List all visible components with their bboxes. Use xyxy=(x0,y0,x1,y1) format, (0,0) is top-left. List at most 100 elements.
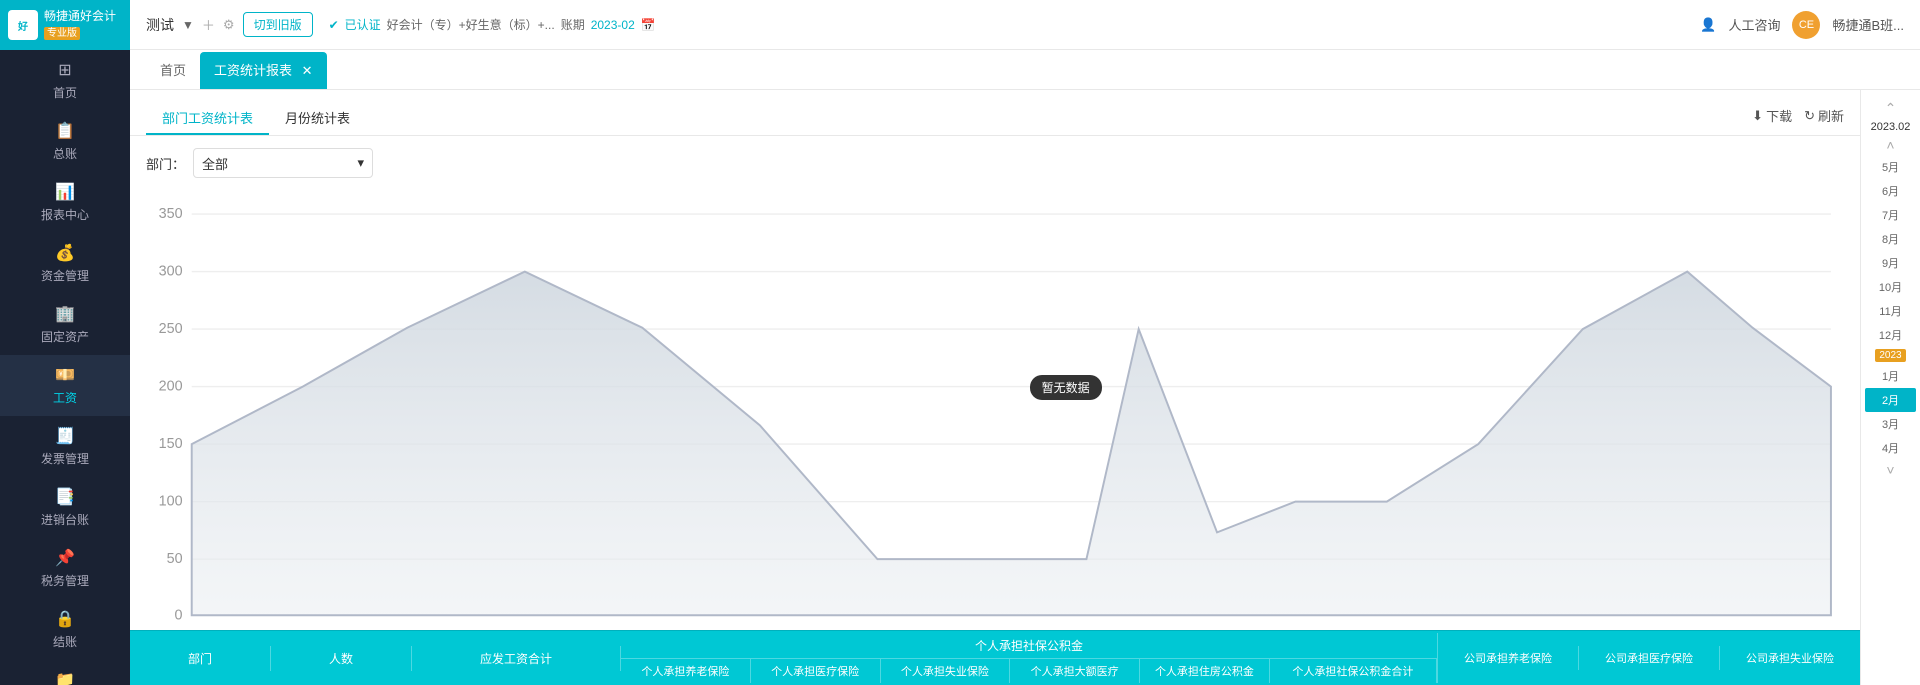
logo-sub: 专业版 xyxy=(44,27,80,40)
avatar: CE xyxy=(1792,11,1820,39)
header: 测试 ▼ ＋ ⚙ 切到旧版 ✔ 已认证 好会计（专）+好生意（标）+... 账期… xyxy=(130,0,1920,50)
header-dropdown[interactable]: ▼ xyxy=(182,18,194,32)
logo: 好 畅捷通好会计 专业版 xyxy=(0,0,130,50)
chart-container: 350 300 250 200 150 100 50 xyxy=(130,190,1860,630)
assets-icon: 🏢 xyxy=(55,304,75,324)
switch-btn[interactable]: 切到旧版 xyxy=(243,12,313,37)
sub-tab-monthly-label: 月份统计表 xyxy=(285,111,350,126)
table-header: 部门 人数 应发工资合计 个人承担社保公积金 个人承担养老保险 个人承担医疗保险… xyxy=(130,630,1860,685)
sidebar-item-reports[interactable]: 📊 报表中心 xyxy=(0,172,130,233)
invoice-icon: 🧾 xyxy=(55,426,75,446)
tab-close-icon[interactable]: ✕ xyxy=(302,63,313,78)
side-panel: ⌃ 2023.02 ˄ 5月 6月 7月 8月 9月 10月 11月 12月 2… xyxy=(1860,90,1920,685)
sidebar-item-funds[interactable]: 💰资金管理 xyxy=(0,233,130,294)
svg-text:150: 150 xyxy=(159,436,183,452)
col-unemployment: 个人承担失业保险 xyxy=(881,659,1011,683)
side-year-2023-badge[interactable]: 2023 xyxy=(1875,349,1905,362)
tab-home-label: 首页 xyxy=(160,63,186,78)
chart-svg: 350 300 250 200 150 100 50 xyxy=(146,198,1844,626)
sub-tab-actions: ⬇ 下载 ↻ 刷新 xyxy=(1752,106,1844,131)
svg-text:0: 0 xyxy=(175,607,183,623)
svg-text:250: 250 xyxy=(159,321,183,337)
sidebar-label-sales: 进销台账 xyxy=(41,511,89,528)
sidebar-label-invoice: 发票管理 xyxy=(41,450,89,467)
refresh-label: 刷新 xyxy=(1818,106,1844,125)
svg-text:350: 350 xyxy=(159,206,183,222)
period-value: 2023-02 xyxy=(591,18,635,32)
main-area: 测试 ▼ ＋ ⚙ 切到旧版 ✔ 已认证 好会计（专）+好生意（标）+... 账期… xyxy=(130,0,1920,685)
sidebar-item-invoice[interactable]: 🧾 发票管理 xyxy=(0,416,130,477)
col-dept: 部门 xyxy=(130,646,271,671)
user-name[interactable]: 畅捷通B班... xyxy=(1832,15,1904,34)
side-year-text: 2023.02 xyxy=(1871,121,1911,133)
side-month-3[interactable]: 3月 xyxy=(1861,412,1920,436)
sidebar-item-assets[interactable]: 🏢固定资产 xyxy=(0,294,130,355)
sidebar-item-home[interactable]: ⊞首页 xyxy=(0,50,130,111)
sidebar-item-ledger[interactable]: 📋总账 xyxy=(0,111,130,172)
sub-tab-dept-label: 部门工资统计表 xyxy=(162,111,253,126)
filter-row: 部门： 全部 ▾ xyxy=(130,136,1860,190)
download-icon: ⬇ xyxy=(1752,108,1763,124)
side-year-label[interactable]: 2023.02 xyxy=(1867,119,1915,135)
col-medical: 个人承担医疗保险 xyxy=(751,659,881,683)
sidebar-item-tax[interactable]: 📌税务管理 xyxy=(0,538,130,599)
sidebar-nav: ⊞首页📋总账📊报表中心💰资金管理🏢固定资产💴工资🧾发票管理📑进销台账📌税务管理🔒… xyxy=(0,50,130,685)
sidebar-item-archive[interactable]: 📁归档管理 xyxy=(0,660,130,685)
sidebar: 好 畅捷通好会计 专业版 ⊞首页📋总账 📊 报表中心 💰资金管理🏢固定资产💴工资 🧾 发票… xyxy=(0,0,130,685)
add-icon[interactable]: ＋ xyxy=(202,15,215,34)
closing-icon: 🔒 xyxy=(55,609,75,629)
side-month-2[interactable]: 2月 xyxy=(1865,388,1916,412)
col-group-personal: 个人承担社保公积金 个人承担养老保险 个人承担医疗保险 个人承担失业保险 个人承… xyxy=(621,633,1438,683)
refresh-btn[interactable]: ↻ 刷新 xyxy=(1804,106,1844,125)
side-month-8[interactable]: 8月 xyxy=(1861,227,1920,251)
col-total-label: 应发工资合计 xyxy=(480,650,552,667)
logo-text: 畅捷通好会计 专业版 xyxy=(44,9,116,40)
side-month-12[interactable]: 12月 xyxy=(1861,323,1920,347)
side-month-1[interactable]: 1月 xyxy=(1861,364,1920,388)
tabs-bar: 首页 工资统计报表 ✕ xyxy=(130,50,1920,90)
filter-label: 部门： xyxy=(146,154,185,173)
download-btn[interactable]: ⬇ 下载 xyxy=(1752,106,1792,125)
sidebar-label-reports: 报表中心 xyxy=(41,206,89,223)
col-count-label: 人数 xyxy=(329,650,353,667)
sub-tab-monthly[interactable]: 月份统计表 xyxy=(269,102,366,135)
side-month-4[interactable]: 4月 xyxy=(1861,436,1920,460)
sidebar-item-sales[interactable]: 📑进销台账 xyxy=(0,477,130,538)
gear-icon[interactable]: ⚙ xyxy=(223,17,235,33)
side-month-11[interactable]: 11月 xyxy=(1861,299,1920,323)
side-month-5[interactable]: 5月 xyxy=(1861,155,1920,179)
logo-icon: 好 xyxy=(8,10,38,40)
col-major-medical: 个人承担大额医疗 xyxy=(1010,659,1140,683)
tab-salary-report[interactable]: 工资统计报表 ✕ xyxy=(200,52,327,89)
col-pension: 个人承担养老保险 xyxy=(621,659,751,683)
side-up-icon[interactable]: ˄ xyxy=(1886,135,1894,155)
col-company-medical: 公司承担医疗保险 xyxy=(1579,646,1720,670)
filter-select[interactable]: 全部 ▾ xyxy=(193,148,373,178)
svg-text:300: 300 xyxy=(159,263,183,279)
sidebar-item-salary[interactable]: 💴工资 xyxy=(0,355,130,416)
sub-tab-dept[interactable]: 部门工资统计表 xyxy=(146,102,269,135)
period-label: 账期 xyxy=(561,16,585,33)
tab-home[interactable]: 首页 xyxy=(146,52,200,89)
status-check-icon: ✔ xyxy=(329,18,339,32)
side-scroll-up-icon[interactable]: ⌃ xyxy=(1885,98,1897,119)
logo-name: 畅捷通好会计 xyxy=(44,9,116,25)
header-tags: 好会计（专）+好生意（标）+... xyxy=(387,16,555,33)
side-month-9[interactable]: 9月 xyxy=(1861,251,1920,275)
side-month-10[interactable]: 10月 xyxy=(1861,275,1920,299)
sidebar-item-closing[interactable]: 🔒结账 xyxy=(0,599,130,660)
side-month-6[interactable]: 6月 xyxy=(1861,179,1920,203)
content-main: 部门工资统计表 月份统计表 ⬇ 下载 ↻ 刷新 xyxy=(130,90,1860,685)
col-count: 人数 xyxy=(271,646,412,671)
col-housing-fund: 个人承担住房公积金 xyxy=(1140,659,1270,683)
status-text: 已认证 xyxy=(345,16,381,33)
download-label: 下载 xyxy=(1766,106,1792,125)
reports-icon: 📊 xyxy=(55,182,75,202)
header-right: 👤 人工咨询 CE 畅捷通B班... xyxy=(1700,11,1904,39)
help-label[interactable]: 人工咨询 xyxy=(1728,15,1780,34)
side-down-icon[interactable]: ˅ xyxy=(1886,460,1894,480)
col-dept-label: 部门 xyxy=(188,650,212,667)
svg-text:100: 100 xyxy=(159,493,183,509)
calendar-icon[interactable]: 📅 xyxy=(641,18,656,32)
side-month-7[interactable]: 7月 xyxy=(1861,203,1920,227)
